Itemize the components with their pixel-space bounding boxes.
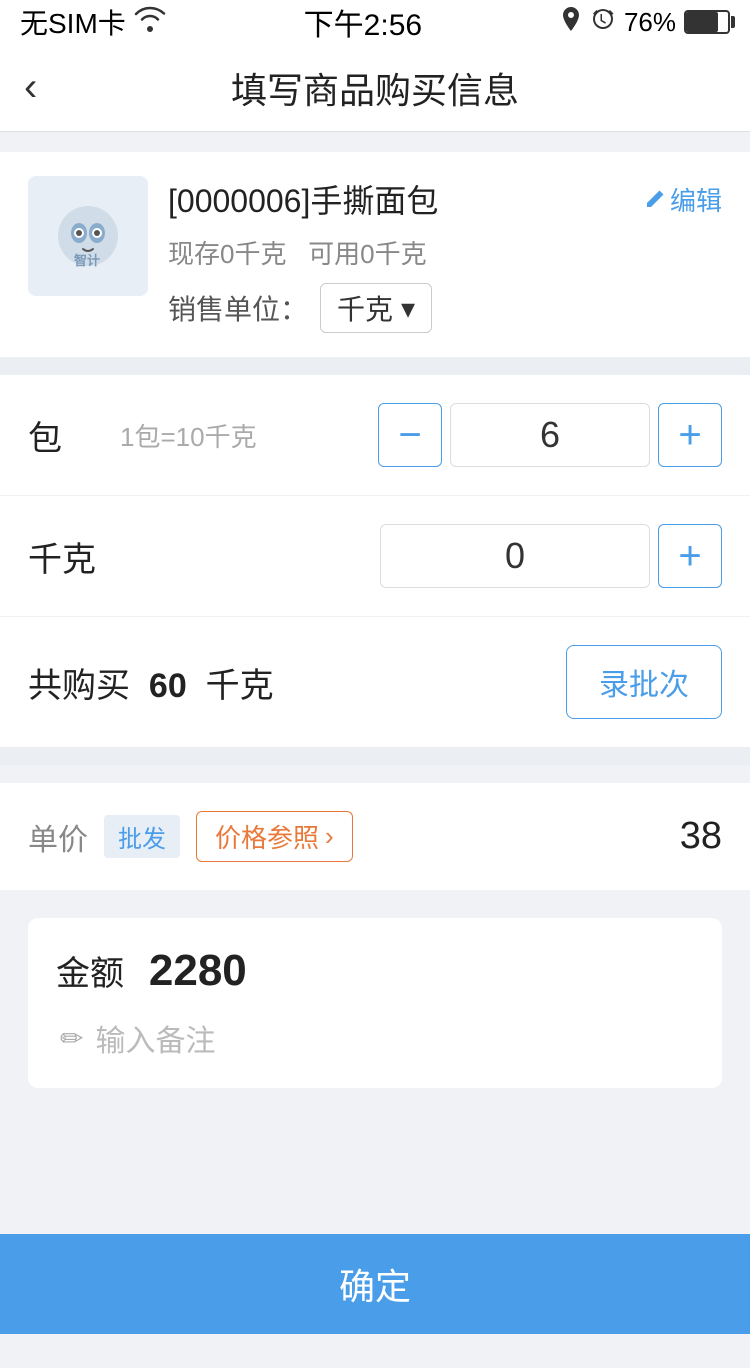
battery-icon [684, 10, 730, 34]
input-section: 包 1包=10千克 − + 千克 + [0, 375, 750, 617]
kg-row: 千克 + [0, 496, 750, 617]
package-sub-label: 1包=10千克 [120, 417, 378, 454]
kg-qty-input[interactable] [380, 524, 650, 588]
total-amount: 60 [149, 667, 187, 705]
total-row: 共购买 60 千克 录批次 [0, 617, 750, 747]
kg-label: 千克 [28, 532, 108, 581]
record-batch-button[interactable]: 录批次 [566, 645, 722, 719]
product-image: 智计 [28, 176, 148, 296]
kg-plus-button[interactable]: + [658, 524, 722, 588]
price-value: 38 [680, 815, 722, 858]
product-card: 智计 [0000006]手撕面包 编辑 现存0千克 可用0千克 销售单位： 千克… [0, 152, 750, 357]
price-ref-button[interactable]: 价格参照 › [196, 811, 353, 862]
wifi-icon [134, 6, 166, 39]
location-icon [560, 6, 582, 39]
time-label: 下午2:56 [304, 0, 422, 44]
status-bar-right: 76% [560, 6, 730, 39]
package-row: 包 1包=10千克 − + [0, 375, 750, 496]
amount-label: 金额 [56, 955, 124, 993]
product-stock: 现存0千克 可用0千克 [168, 234, 722, 271]
package-plus-button[interactable]: + [658, 403, 722, 467]
carrier-label: 无SIM卡 [20, 2, 126, 42]
package-label: 包 [28, 411, 108, 460]
total-label: 共购买 60 千克 [28, 658, 274, 707]
remark-row[interactable]: ✏ 输入备注 [56, 1016, 694, 1060]
price-row: 单价 批发 价格参照 › 38 [28, 811, 722, 862]
alarm-icon [590, 6, 616, 39]
amount-section: 金额 2280 ✏ 输入备注 [0, 890, 750, 1088]
package-qty-input[interactable] [450, 403, 650, 467]
confirm-bar[interactable]: 确定 [0, 1234, 750, 1334]
remark-icon: ✏ [60, 1022, 83, 1055]
price-section: 单价 批发 价格参照 › 38 [0, 783, 750, 890]
unit-select[interactable]: 千克 ▾ [320, 283, 432, 333]
divider-2 [0, 747, 750, 765]
svg-text:智计: 智计 [74, 253, 100, 268]
confirm-button[interactable]: 确定 [339, 1258, 411, 1310]
price-label: 单价 [28, 815, 88, 859]
nav-bar: ‹ 填写商品购买信息 [0, 44, 750, 132]
page-title: 填写商品购买信息 [231, 62, 519, 114]
divider-1 [0, 357, 750, 375]
product-info: [0000006]手撕面包 编辑 现存0千克 可用0千克 销售单位： 千克 ▾ [168, 176, 722, 333]
status-bar-left: 无SIM卡 [20, 2, 166, 42]
product-name: [0000006]手撕面包 [168, 176, 438, 222]
product-unit-row: 销售单位： 千克 ▾ [168, 283, 722, 333]
remark-placeholder: 输入备注 [95, 1016, 215, 1060]
amount-value: 2280 [149, 946, 247, 995]
edit-button[interactable]: 编辑 [644, 181, 722, 218]
package-qty-control: − + [378, 403, 722, 467]
back-button[interactable]: ‹ [24, 65, 37, 110]
package-minus-button[interactable]: − [378, 403, 442, 467]
kg-qty-control: + [380, 524, 722, 588]
amount-row: 金额 2280 ✏ 输入备注 [28, 918, 722, 1088]
status-bar: 无SIM卡 下午2:56 76% [0, 0, 750, 44]
battery-label: 76% [624, 7, 676, 38]
price-badge: 批发 [104, 815, 180, 858]
dropdown-arrow: ▾ [401, 292, 415, 325]
